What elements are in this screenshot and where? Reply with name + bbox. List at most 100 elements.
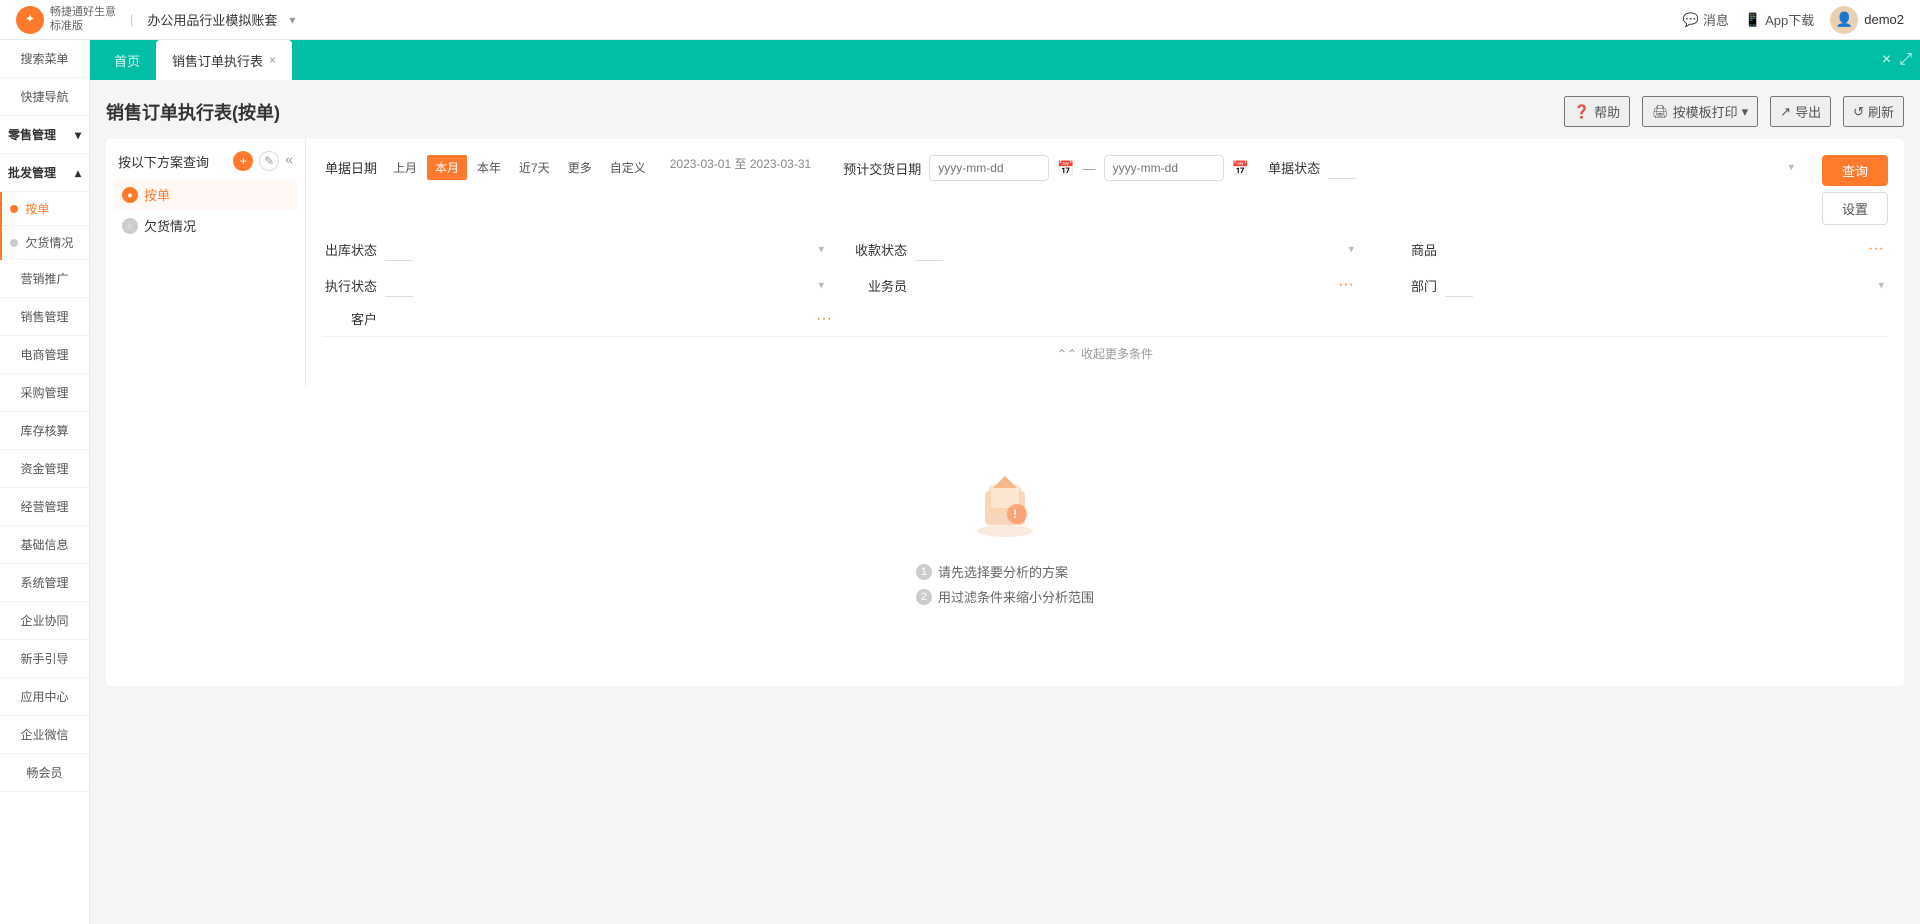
left-filter-icons: + ✎ «	[233, 151, 293, 171]
print-button[interactable]: 🖨 按模板打印 ▾	[1642, 96, 1758, 127]
dept-label: 部门	[1382, 276, 1437, 295]
owe-scheme-icon: ○	[122, 218, 138, 234]
customer-more-icon[interactable]: ···	[812, 310, 836, 328]
sidebar-item-finance[interactable]: 资金管理	[0, 450, 89, 488]
status-select[interactable]	[1328, 155, 1356, 179]
user-name: demo2	[1864, 12, 1904, 27]
sidebar-item-wechat[interactable]: 企业微信	[0, 716, 89, 754]
query-button[interactable]: 查询	[1822, 155, 1888, 186]
exec-select[interactable]	[385, 273, 413, 297]
content-area: 首页 销售订单执行表 × × ⤢ 销售订单执行表(按单) ❓ 帮助	[90, 40, 1920, 924]
wholesale-arrow-icon: ▴	[75, 166, 81, 180]
collapse-left-icon[interactable]: «	[285, 151, 293, 171]
salesman-label: 业务员	[852, 276, 907, 295]
sidebar-item-apps[interactable]: 应用中心	[0, 678, 89, 716]
tip-num-1: 1	[916, 564, 932, 580]
sidebar-item-sales[interactable]: 销售管理	[0, 298, 89, 336]
date-tab-more[interactable]: 更多	[560, 155, 600, 180]
salesman-more-icon[interactable]: ···	[1334, 276, 1358, 294]
header-right: 💬 消息 📱 App下载 👤 demo2	[1683, 6, 1904, 34]
sidebar-item-system[interactable]: 系统管理	[0, 564, 89, 602]
export-button[interactable]: ↗ 导出	[1770, 96, 1831, 127]
tab-bar-actions: × ⤢	[1882, 51, 1912, 69]
sidebar-sub-item-owe[interactable]: 欠货情况	[2, 226, 89, 260]
expected-date-label: 预计交货日期	[843, 159, 921, 178]
status-group: 单据状态	[1265, 155, 1798, 179]
settings-button[interactable]: 设置	[1822, 192, 1888, 225]
query-btn-group: 查询 设置	[1822, 155, 1888, 225]
date-separator: —	[1083, 161, 1096, 176]
add-scheme-button[interactable]: +	[233, 151, 253, 171]
expected-date-end[interactable]	[1104, 155, 1224, 181]
sidebar-item-enterprise[interactable]: 企业协同	[0, 602, 89, 640]
sidebar-sub-item-order[interactable]: 按单	[2, 192, 89, 226]
message-button[interactable]: 💬 消息	[1683, 10, 1729, 29]
header-left: ✦ 畅捷通好生意 标准版 | 办公用品行业模拟账套 ▾	[16, 6, 295, 34]
help-icon: ❓	[1574, 104, 1590, 120]
sidebar-item-inventory[interactable]: 库存核算	[0, 412, 89, 450]
filter-content-row: 按以下方案查询 + ✎ « ● 按单 ○	[106, 139, 1904, 386]
top-header: ✦ 畅捷通好生意 标准版 | 办公用品行业模拟账套 ▾ 💬 消息 📱 App下载…	[0, 0, 1920, 40]
date-range-display: 2023-03-01 至 2023-03-31	[670, 155, 811, 172]
customer-label: 客户	[322, 309, 377, 328]
app-download-button[interactable]: 📱 App下载	[1745, 10, 1814, 29]
page-title: 销售订单执行表(按单)	[106, 99, 280, 125]
sidebar-item-ecommerce[interactable]: 电商管理	[0, 336, 89, 374]
date-label: 单据日期	[322, 158, 377, 177]
delivery-select[interactable]	[385, 237, 413, 261]
date-tab-this-year[interactable]: 本年	[469, 155, 509, 180]
exec-select-wrapper	[385, 273, 828, 297]
filter-tree-item-owe[interactable]: ○ 欠货情况	[114, 210, 297, 241]
help-button[interactable]: ❓ 帮助	[1564, 96, 1630, 127]
filter-tree-item-order[interactable]: ● 按单	[114, 179, 297, 210]
avatar: 👤	[1830, 6, 1858, 34]
date-tab-last-month[interactable]: 上月	[385, 155, 425, 180]
filter-section-label: 按以下方案查询	[118, 152, 209, 171]
cal-icon-end[interactable]: 📅	[1232, 160, 1249, 177]
edit-scheme-button[interactable]: ✎	[259, 151, 279, 171]
sidebar-item-wholesale[interactable]: 批发管理 ▴	[0, 154, 89, 192]
date-filter-group: 单据日期 上月 本月 本年 近7天 更多 自定义	[322, 155, 654, 180]
collapse-button[interactable]: ⌃⌃ 收起更多条件	[322, 336, 1888, 370]
date-tab-custom[interactable]: 自定义	[602, 155, 654, 180]
window-max-icon[interactable]: ⤢	[1899, 51, 1912, 69]
left-filter-panel: 按以下方案查询 + ✎ « ● 按单 ○	[106, 139, 306, 386]
status-label: 单据状态	[1265, 158, 1320, 177]
collapse-up-icon: ⌃⌃	[1057, 347, 1077, 361]
sidebar-sub-wholesale: 按单 欠货情况	[0, 192, 89, 260]
tab-active[interactable]: 销售订单执行表 ×	[156, 40, 292, 80]
tab-home[interactable]: 首页	[98, 40, 156, 80]
sidebar-item-operations[interactable]: 经营管理	[0, 488, 89, 526]
date-tab-7days[interactable]: 近7天	[511, 155, 558, 180]
sidebar-item-guide[interactable]: 新手引导	[0, 640, 89, 678]
print-dropdown-icon: ▾	[1742, 104, 1749, 120]
goods-more-icon[interactable]: ···	[1864, 240, 1888, 258]
payment-select-wrapper	[915, 237, 1358, 261]
tab-close-icon[interactable]: ×	[269, 54, 276, 66]
logo-icon: ✦	[16, 6, 44, 34]
logo-area: ✦ 畅捷通好生意 标准版	[16, 6, 116, 34]
sidebar-item-vip[interactable]: 畅会员	[0, 754, 89, 792]
sidebar-item-basic-info[interactable]: 基础信息	[0, 526, 89, 564]
cal-icon-start[interactable]: 📅	[1057, 160, 1074, 177]
header-dropdown-icon[interactable]: ▾	[289, 13, 295, 27]
window-close-icon[interactable]: ×	[1882, 51, 1891, 69]
sidebar-item-shortcuts[interactable]: 快捷导航	[0, 78, 89, 116]
delivery-label: 出库状态	[322, 240, 377, 259]
dept-select[interactable]	[1445, 273, 1473, 297]
sidebar-item-retail[interactable]: 零售管理 ▾	[0, 116, 89, 154]
date-tab-this-month[interactable]: 本月	[427, 155, 467, 180]
sidebar-item-marketing[interactable]: 营销推广	[0, 260, 89, 298]
customer-field: 客户 ···	[322, 309, 836, 328]
user-avatar-area[interactable]: 👤 demo2	[1830, 6, 1904, 34]
refresh-button[interactable]: ↺ 刷新	[1843, 96, 1904, 127]
expected-date-start[interactable]	[929, 155, 1049, 181]
delivery-status-field: 出库状态	[322, 237, 828, 261]
sidebar-item-purchase[interactable]: 采购管理	[0, 374, 89, 412]
empty-state: ! 1 请先选择要分析的方案 2 用过滤条件来缩小分析范围	[106, 386, 1904, 686]
print-icon: 🖨	[1652, 104, 1669, 120]
sidebar-item-search[interactable]: 搜索菜单	[0, 40, 89, 78]
page-title-bar: 销售订单执行表(按单) ❓ 帮助 🖨 按模板打印 ▾ ↗ 导出	[106, 96, 1904, 127]
payment-select[interactable]	[915, 237, 943, 261]
status-select-wrapper	[1328, 155, 1798, 179]
